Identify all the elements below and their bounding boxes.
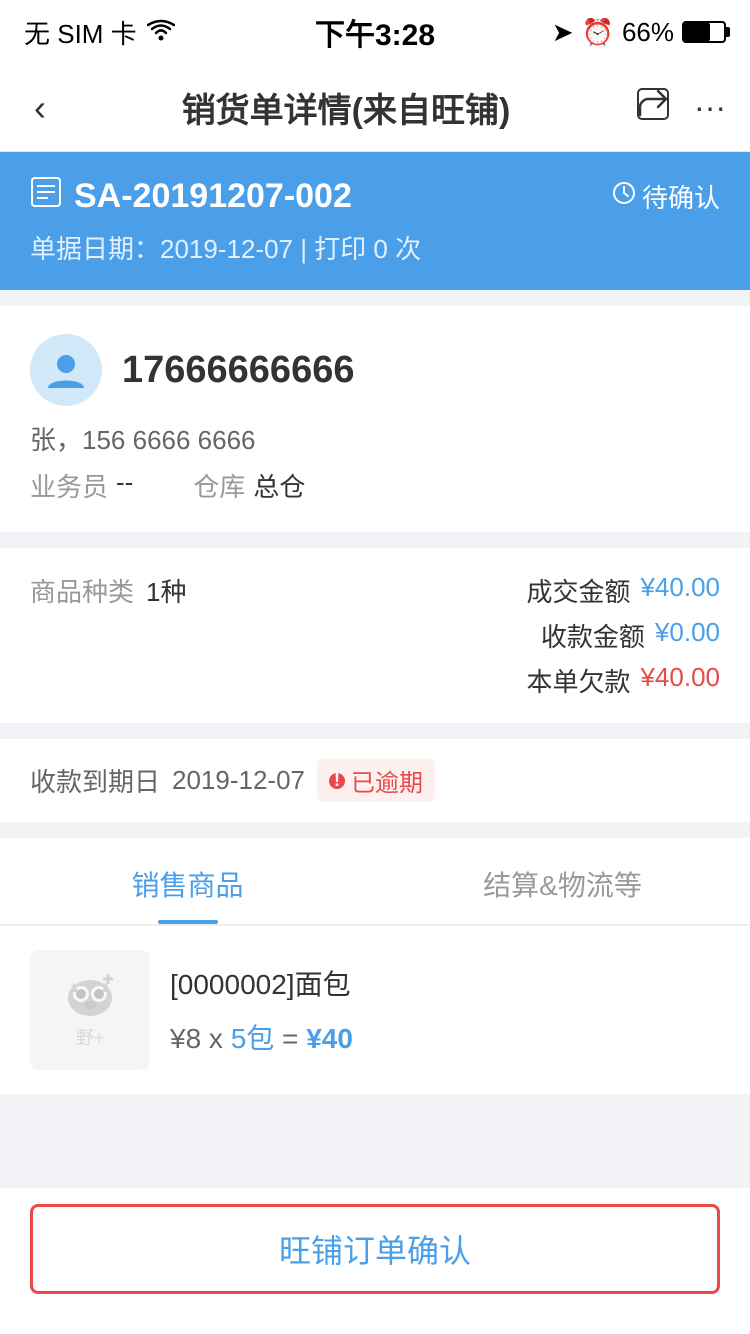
warehouse-item: 仓库 总仓 — [193, 467, 305, 504]
tab-sales-products[interactable]: 销售商品 — [0, 838, 375, 924]
salesperson-value: -- — [116, 467, 133, 504]
deal-amount-value: ¥40.00 — [640, 572, 720, 609]
order-doc-icon — [30, 176, 62, 217]
nav-bar: ‹ 销货单详情(来自旺铺) ··· — [0, 64, 750, 152]
avatar — [30, 334, 102, 406]
received-amount-row: 收款金额 ¥0.00 — [541, 617, 720, 654]
status-right: ➤ ⏰ 66% — [552, 17, 726, 48]
order-status: 待确认 — [612, 178, 720, 215]
due-label: 收款到期日 — [30, 762, 160, 799]
back-button[interactable]: ‹ — [24, 77, 56, 139]
customer-section: 17666666666 张，156 6666 6666 业务员 -- 仓库 总仓 — [0, 306, 750, 532]
summary-section: 商品种类 1种 成交金额 ¥40.00 收款金额 ¥0.00 本单欠款 ¥40.… — [0, 548, 750, 723]
status-left: 无 SIM 卡 — [24, 14, 175, 51]
nav-actions: ··· — [636, 87, 726, 129]
warehouse-label: 仓库 — [193, 467, 245, 504]
customer-phone: 17666666666 — [122, 349, 354, 392]
product-type-value: 1种 — [146, 572, 186, 609]
more-icon[interactable]: ··· — [694, 89, 726, 126]
status-time: 下午3:28 — [315, 10, 435, 54]
deal-amount-row: 成交金额 ¥40.00 — [526, 572, 720, 609]
confirm-order-button[interactable]: 旺铺订单确认 — [30, 1204, 720, 1294]
received-amount-value: ¥0.00 — [655, 617, 720, 654]
status-bar: 无 SIM 卡 下午3:28 ➤ ⏰ 66% — [0, 0, 750, 64]
product-thumb-inner: 野+ — [60, 970, 120, 1050]
warehouse-value: 总仓 — [253, 467, 305, 504]
received-amount-label: 收款金额 — [541, 617, 645, 654]
product-thumbnail: 野+ — [30, 950, 150, 1070]
overdue-badge: ! 已逾期 — [317, 759, 435, 802]
clock-icon — [612, 181, 636, 212]
product-name: [0000002]面包 — [170, 963, 720, 1003]
salesperson-label: 业务员 — [30, 467, 108, 504]
tabs-header: 销售商品 结算&物流等 — [0, 838, 750, 926]
product-detail: [0000002]面包 ¥8 x 5包 = ¥40 — [170, 963, 720, 1057]
status-text: 待确认 — [642, 178, 720, 215]
owed-amount-label: 本单欠款 — [526, 662, 630, 699]
table-row: 野+ [0000002]面包 ¥8 x 5包 = ¥40 — [0, 926, 750, 1094]
customer-name: 张，156 6666 6666 — [30, 420, 720, 457]
customer-meta: 业务员 -- 仓库 总仓 — [30, 467, 720, 504]
overdue-text: 已逾期 — [351, 763, 423, 798]
owed-amount-row: 本单欠款 ¥40.00 — [526, 662, 720, 699]
due-date: 2019-12-07 — [172, 765, 305, 796]
carrier-text: 无 SIM 卡 — [24, 14, 137, 51]
alarm-icon: ⏰ — [582, 17, 614, 48]
salesperson-item: 业务员 -- — [30, 467, 133, 504]
page-title: 销货单详情(来自旺铺) — [182, 83, 511, 132]
tab-settlement[interactable]: 结算&物流等 — [375, 838, 750, 924]
product-list: 野+ [0000002]面包 ¥8 x 5包 = ¥40 — [0, 926, 750, 1094]
order-header: SA-20191207-002 待确认 单据日期：2019-12-07 | 打印… — [0, 152, 750, 290]
product-price: ¥8 x 5包 = ¥40 — [170, 1017, 720, 1057]
deal-amount-label: 成交金额 — [526, 572, 630, 609]
price-text: ¥8 x — [170, 1023, 231, 1054]
wifi-icon — [147, 17, 175, 48]
summary-right: 成交金额 ¥40.00 收款金额 ¥0.00 本单欠款 ¥40.00 — [526, 572, 720, 699]
product-type-label: 商品种类 — [30, 572, 134, 609]
due-section: 收款到期日 2019-12-07 ! 已逾期 — [0, 739, 750, 822]
battery-percent: 66% — [622, 17, 674, 48]
share-icon[interactable] — [636, 87, 670, 129]
order-number: SA-20191207-002 — [30, 176, 352, 217]
product-qty: 5包 — [231, 1023, 275, 1054]
confirm-btn-wrapper: 旺铺订单确认 — [0, 1188, 750, 1334]
product-total: ¥40 — [306, 1023, 353, 1054]
price-separator: = — [274, 1023, 306, 1054]
tabs-section: 销售商品 结算&物流等 — [0, 838, 750, 1094]
overdue-dot-icon: ! — [329, 773, 345, 789]
owed-amount-value: ¥40.00 — [640, 662, 720, 699]
summary-left: 商品种类 1种 — [30, 572, 186, 609]
location-icon: ➤ — [552, 17, 574, 48]
battery-icon — [682, 21, 726, 43]
order-date: 单据日期：2019-12-07 | 打印 0 次 — [30, 229, 720, 266]
